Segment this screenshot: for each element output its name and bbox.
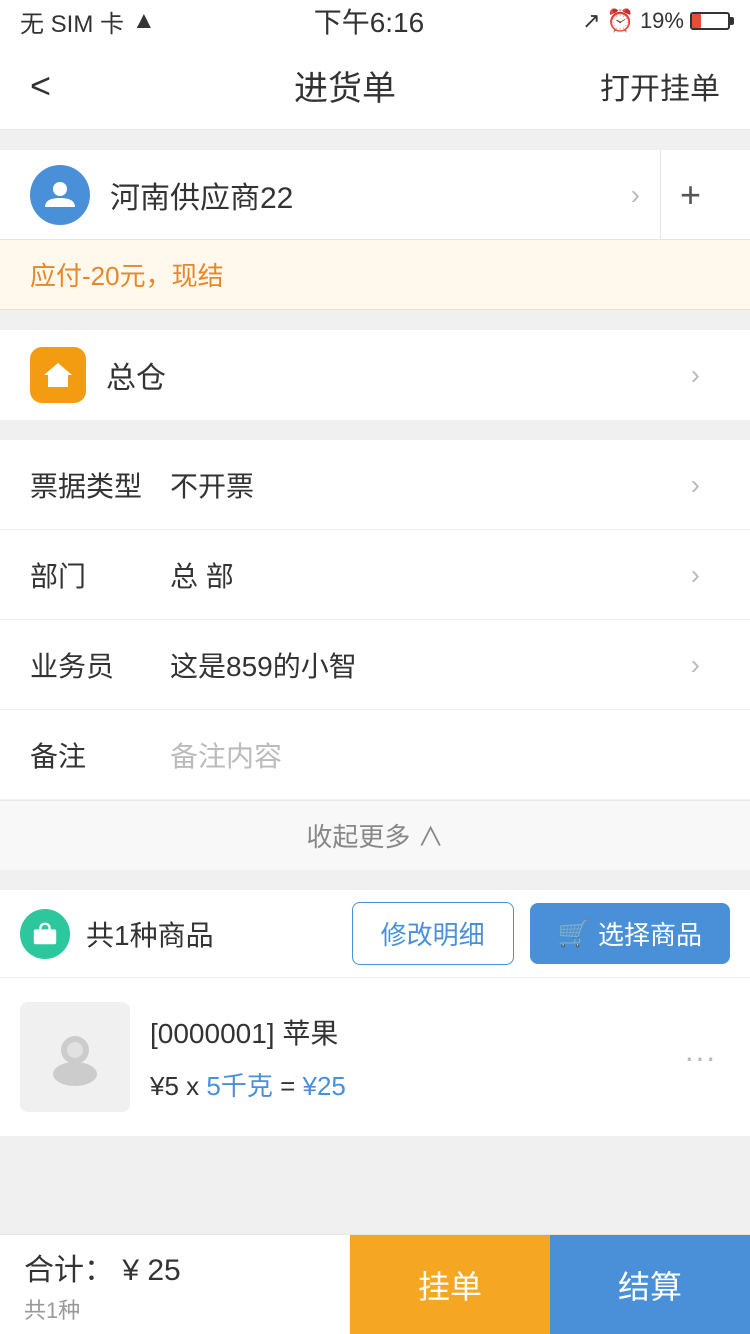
salesman-label: 业务员	[30, 645, 170, 685]
location-icon: ↗	[582, 8, 600, 34]
collapse-button[interactable]: 收起更多 ∧	[0, 800, 750, 870]
carrier-text: 无 SIM 卡	[20, 4, 124, 39]
alarm-icon: ⏰	[607, 8, 634, 34]
product-price: ¥5 x 5千克 = ¥25	[150, 1066, 670, 1103]
warehouse-section: 总仓 ›	[0, 330, 750, 420]
product-name: [0000001] 苹果	[150, 1012, 670, 1052]
warehouse-chevron-icon: ›	[691, 359, 700, 391]
remark-label: 备注	[30, 735, 170, 775]
salesman-value: 这是859的小智	[170, 645, 691, 685]
status-left: 无 SIM 卡 ▲	[20, 4, 156, 39]
select-product-label: 选择商品	[598, 915, 702, 952]
supplier-divider	[0, 310, 750, 330]
product-thumbnail	[20, 1002, 130, 1112]
equals-icon: =	[280, 1071, 302, 1101]
department-label: 部门	[30, 555, 170, 595]
ticket-type-row[interactable]: 票据类型 不开票 ›	[0, 440, 750, 530]
total-section: 合计： ¥ 25 共1种	[0, 1245, 350, 1325]
house-icon	[42, 359, 74, 391]
back-button[interactable]: <	[30, 65, 90, 107]
supplier-alert: 应付-20元，现结	[0, 240, 750, 310]
department-chevron-icon: ›	[691, 559, 700, 591]
supplier-chevron-icon: ›	[631, 179, 640, 211]
select-product-button[interactable]: 🛒 选择商品	[530, 903, 730, 964]
product-info: [0000001] 苹果 ¥5 x 5千克 = ¥25	[150, 1012, 670, 1103]
ticket-chevron-icon: ›	[691, 469, 700, 501]
warehouse-icon	[30, 347, 86, 403]
open-hang-button[interactable]: 打开挂单	[600, 64, 720, 108]
total-value: ¥ 25	[122, 1254, 180, 1287]
person-icon	[42, 177, 78, 213]
department-row[interactable]: 部门 总 部 ›	[0, 530, 750, 620]
page-title: 进货单	[294, 61, 396, 110]
supplier-name: 河南供应商22	[110, 173, 631, 217]
remark-input[interactable]: 备注内容	[170, 735, 720, 775]
edit-detail-button[interactable]: 修改明细	[352, 902, 514, 965]
salesman-chevron-icon: ›	[691, 649, 700, 681]
bottom-bar: 合计： ¥ 25 共1种 挂单 结算	[0, 1234, 750, 1334]
total-sub: 共1种	[24, 1293, 326, 1325]
supplier-avatar	[30, 165, 90, 225]
supplier-add-button[interactable]: +	[660, 150, 720, 240]
shopping-icon	[31, 920, 59, 948]
product-quantity: 5千克	[206, 1071, 272, 1101]
product-total: ¥25	[303, 1071, 346, 1101]
supplier-section: 河南供应商22 › + 应付-20元，现结	[0, 150, 750, 310]
ticket-type-label: 票据类型	[30, 465, 170, 505]
total-amount: 合计： ¥ 25	[24, 1245, 326, 1289]
checkout-button[interactable]: 结算	[550, 1235, 750, 1334]
status-time: 下午6:16	[314, 1, 425, 41]
product-more-button[interactable]: ···	[670, 1027, 730, 1087]
product-icon	[20, 909, 70, 959]
nav-bar: < 进货单 打开挂单	[0, 42, 750, 130]
department-value: 总 部	[170, 555, 691, 595]
status-right: ↗ ⏰ 19%	[582, 8, 730, 34]
warehouse-divider	[0, 420, 750, 440]
battery-percent: 19%	[640, 8, 684, 34]
supplier-row[interactable]: 河南供应商22 › +	[0, 150, 750, 240]
ticket-type-value: 不开票	[170, 465, 691, 505]
total-label: 合计：	[24, 1254, 114, 1287]
multiply-icon: x	[186, 1071, 206, 1101]
battery-icon	[690, 12, 730, 30]
collapse-label: 收起更多 ∧	[306, 817, 443, 854]
product-unit-price: ¥5	[150, 1071, 179, 1101]
product-item: [0000001] 苹果 ¥5 x 5千克 = ¥25 ···	[0, 978, 750, 1137]
form-section: 票据类型 不开票 › 部门 总 部 › 业务员 这是859的小智 › 备注 备注…	[0, 440, 750, 870]
product-count: 共1种商品	[86, 914, 352, 954]
top-divider	[0, 130, 750, 150]
warehouse-name: 总仓	[106, 353, 691, 397]
status-bar: 无 SIM 卡 ▲ 下午6:16 ↗ ⏰ 19%	[0, 0, 750, 42]
wifi-icon: ▲	[132, 7, 156, 35]
hang-button[interactable]: 挂单	[350, 1235, 550, 1334]
salesman-row[interactable]: 业务员 这是859的小智 ›	[0, 620, 750, 710]
warehouse-row[interactable]: 总仓 ›	[0, 330, 750, 420]
product-header: 共1种商品 修改明细 🛒 选择商品	[0, 890, 750, 978]
select-cart-icon: 🛒	[558, 918, 590, 949]
remark-row[interactable]: 备注 备注内容	[0, 710, 750, 800]
product-placeholder-icon	[40, 1022, 110, 1092]
